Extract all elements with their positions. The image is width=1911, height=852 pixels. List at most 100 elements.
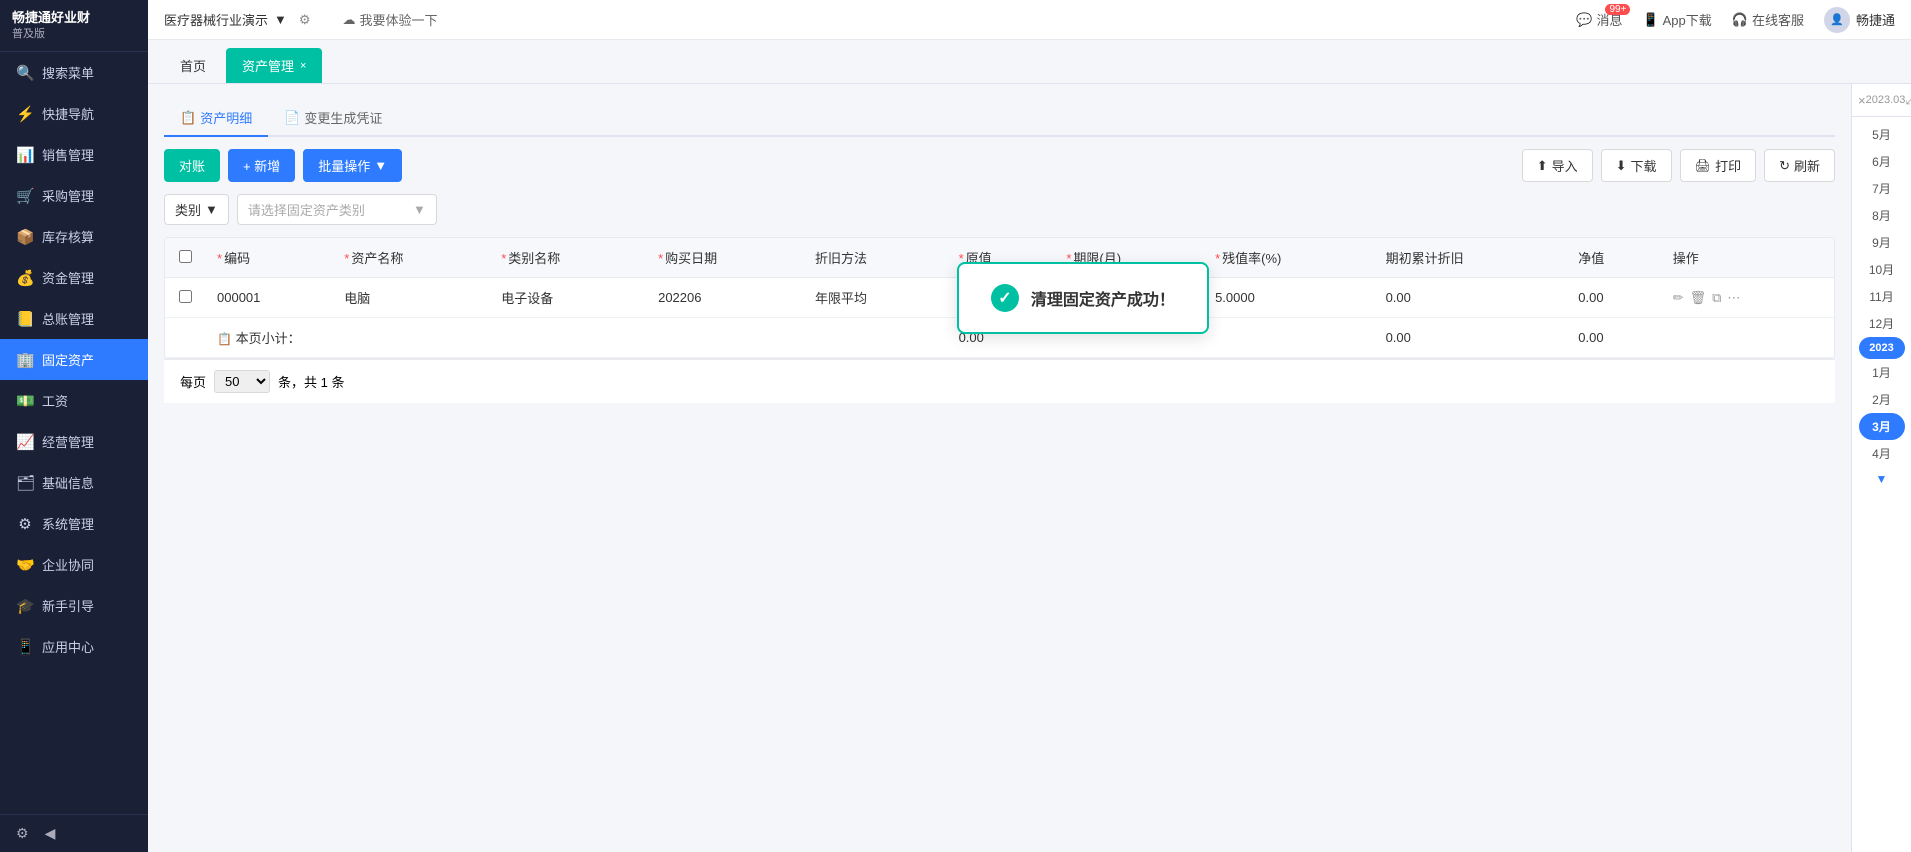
sidebar-item-quick-nav[interactable]: ⚡快捷导航: [0, 93, 148, 134]
more-icon-0[interactable]: ⋯: [1727, 290, 1740, 306]
sidebar-label-guide: 新手引导: [42, 596, 94, 615]
pagination: 每页 50 100 200 条，共 1 条: [164, 359, 1835, 403]
avatar: 👤: [1824, 7, 1850, 33]
content-area: 📋 资产明细 📄 变更生成凭证 对账 + 新增 批量操作 ▼: [148, 84, 1911, 852]
delete-icon-0[interactable]: 🗑: [1690, 290, 1707, 306]
month-item-2024-1月[interactable]: 1月: [1859, 359, 1905, 386]
category-label-text: 类别: [175, 200, 201, 219]
edit-icon-0[interactable]: ✏: [1673, 290, 1684, 306]
asset-table: *编码 *资产名称 *类别名称 *购买日期 折旧方法 *原值 *期限(月) *残…: [165, 238, 1834, 358]
download-button[interactable]: ⬇ 下载: [1601, 149, 1672, 182]
tab-home[interactable]: 首页: [164, 48, 222, 83]
sidebar-icon-purchase: 🛒: [16, 187, 34, 205]
print-button[interactable]: 🖨 打印: [1680, 149, 1757, 182]
sidebar-item-guide[interactable]: 🎓 新手引导: [0, 585, 148, 626]
month-item-2024-4月[interactable]: 4月: [1859, 440, 1905, 467]
user-menu[interactable]: 👤 畅捷通: [1824, 7, 1895, 33]
sub-tab-change-voucher[interactable]: 📄 变更生成凭证: [268, 100, 398, 137]
batch-dropdown-icon: ▼: [374, 158, 387, 173]
experience-text: 我要体验一下: [360, 10, 438, 29]
month-item-7月[interactable]: 7月: [1859, 175, 1905, 202]
app-download-button[interactable]: 📱 App下载: [1642, 10, 1711, 29]
company-dropdown-icon: ▼: [274, 12, 287, 27]
sidebar-label-finance: 资金管理: [42, 268, 94, 287]
cell-category-0: 电子设备: [489, 278, 646, 318]
month-item-10月[interactable]: 10月: [1859, 256, 1905, 283]
sidebar-icon-guide: 🎓: [16, 597, 34, 615]
sub-tabs: 📋 资产明细 📄 变更生成凭证: [164, 100, 1835, 137]
refresh-button[interactable]: ↻ 刷新: [1764, 149, 1835, 182]
message-badge: 99+: [1605, 4, 1630, 15]
col-purchase-date: *购买日期: [646, 238, 803, 278]
subtotal-empty3: [1203, 318, 1374, 358]
category-value-selector[interactable]: 请选择固定资产类别 ▼: [237, 194, 437, 225]
month-item-5月[interactable]: 5月: [1859, 121, 1905, 148]
sub-tab-asset-detail[interactable]: 📋 资产明细: [164, 100, 268, 137]
select-all-checkbox[interactable]: [179, 250, 192, 263]
month-item-12月[interactable]: 12月: [1859, 310, 1905, 337]
sidebar-item-ledger[interactable]: 📒 总账管理: [0, 298, 148, 339]
panel-expand-icon[interactable]: ⤢: [1905, 92, 1911, 108]
col-code: *编码: [205, 238, 332, 278]
sidebar-item-finance[interactable]: 💰资金管理: [0, 257, 148, 298]
toolbar: 对账 + 新增 批量操作 ▼ ⬆ 导入 ⬇ 下载: [164, 149, 1835, 182]
month-item-2024-3月[interactable]: 3月: [1859, 413, 1905, 440]
right-panel-header: × 2023.03 ⤢: [1852, 84, 1911, 117]
sidebar-label-sales: 销售管理: [42, 145, 94, 164]
month-item-6月[interactable]: 6月: [1859, 148, 1905, 175]
sidebar-item-basic-info[interactable]: 🗂基础信息: [0, 462, 148, 503]
sidebar-icon-inventory: 📦: [16, 228, 34, 246]
settings-gear-icon[interactable]: ⚙: [299, 12, 311, 28]
batch-button[interactable]: 批量操作 ▼: [303, 149, 402, 182]
cell-purchase-date-0: 202206: [646, 278, 803, 318]
app-name: 畅捷通好业财: [12, 10, 136, 27]
sidebar-item-sales[interactable]: 📊销售管理: [0, 134, 148, 175]
per-page-select[interactable]: 50 100 200: [214, 370, 270, 393]
category-placeholder: 请选择固定资产类别: [248, 200, 365, 219]
cell-residual-rate-0: 5.0000: [1203, 278, 1374, 318]
month-item-8月[interactable]: 8月: [1859, 202, 1905, 229]
panel-year-label: 2023.03: [1866, 94, 1906, 106]
month-item-9月[interactable]: 9月: [1859, 229, 1905, 256]
new-button[interactable]: + 新增: [228, 149, 295, 182]
month-list: 5月6月7月8月9月10月11月12月20231月2月3月4月▼: [1852, 117, 1911, 852]
sidebar-item-inventory[interactable]: 📦库存核算: [0, 216, 148, 257]
panel-close-icon[interactable]: ×: [1858, 93, 1866, 108]
sidebar-item-fixed-assets[interactable]: 🏢固定资产: [0, 339, 148, 380]
sidebar-item-app-center[interactable]: 📱应用中心: [0, 626, 148, 667]
topbar: 医疗器械行业演示 ▼ ⚙ ☁ 我要体验一下 💬 消息 99+ 📱 App下载 🎧…: [148, 0, 1911, 40]
tab-asset-management[interactable]: 资产管理 ×: [226, 48, 322, 83]
tab-close-icon[interactable]: ×: [300, 60, 306, 72]
col-actions: 操作: [1661, 238, 1834, 278]
experience-link[interactable]: ☁ 我要体验一下: [343, 10, 438, 29]
company-selector[interactable]: 医疗器械行业演示 ▼: [164, 10, 287, 29]
copy-icon-0[interactable]: ⧉: [1712, 290, 1721, 306]
sidebar-item-payroll[interactable]: 💵工资: [0, 380, 148, 421]
month-scroll-down-icon[interactable]: ▼: [1859, 467, 1905, 491]
col-residual-rate: *残值率(%): [1203, 238, 1374, 278]
sidebar-label-ledger: 总账管理: [42, 309, 94, 328]
settings-icon[interactable]: ⚙: [16, 825, 29, 842]
sidebar: 畅捷通好业财 普及版 🔍搜索菜单⚡快捷导航📊销售管理🛒采购管理📦库存核算💰资金管…: [0, 0, 148, 852]
message-button[interactable]: 💬 消息 99+: [1576, 10, 1622, 29]
sidebar-item-system[interactable]: ⚙系统管理: [0, 503, 148, 544]
month-item-11月[interactable]: 11月: [1859, 283, 1905, 310]
phone-icon: 📱: [1642, 12, 1658, 28]
customer-service-button[interactable]: 🎧 在线客服: [1732, 10, 1804, 29]
category-filter-label[interactable]: 类别 ▼: [164, 194, 229, 225]
content-main: 📋 资产明细 📄 变更生成凭证 对账 + 新增 批量操作 ▼: [148, 84, 1851, 852]
collapse-icon[interactable]: ◀: [45, 825, 56, 842]
month-item-2024-2月[interactable]: 2月: [1859, 386, 1905, 413]
sidebar-item-search[interactable]: 🔍搜索菜单: [0, 52, 148, 93]
sidebar-item-operations[interactable]: 📈经营管理: [0, 421, 148, 462]
app-logo: 畅捷通好业财 普及版: [0, 0, 148, 52]
row-checkbox-0[interactable]: [179, 290, 192, 303]
sidebar-icon-ledger: 📒: [16, 310, 34, 328]
col-name: *资产名称: [332, 238, 489, 278]
sidebar-item-enterprise[interactable]: 🤝企业协同: [0, 544, 148, 585]
import-button[interactable]: ⬆ 导入: [1522, 149, 1593, 182]
total-text: 条，共 1 条: [278, 372, 344, 391]
reconcile-button[interactable]: 对账: [164, 149, 220, 182]
sidebar-bottom: ⚙ ◀: [0, 814, 148, 852]
sidebar-item-purchase[interactable]: 🛒采购管理: [0, 175, 148, 216]
